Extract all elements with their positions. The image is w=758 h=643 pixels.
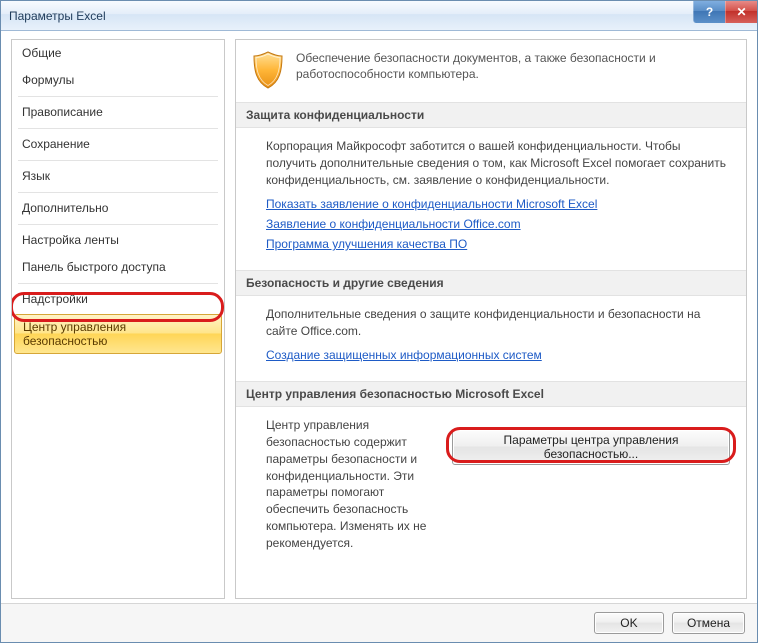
sidebar-item-trust-center[interactable]: Центр управления безопасностью — [14, 314, 222, 354]
privacy-text: Корпорация Майкрософт заботится о вашей … — [266, 138, 730, 188]
sidebar-item-language[interactable]: Язык — [12, 163, 224, 190]
sidebar-separator — [18, 283, 218, 284]
close-icon: ✕ — [736, 5, 746, 19]
window-title: Параметры Excel — [9, 9, 106, 23]
sidebar-item-qat[interactable]: Панель быстрого доступа — [12, 254, 224, 281]
section-body-privacy: Корпорация Майкрософт заботится о вашей … — [250, 138, 732, 270]
titlebar: Параметры Excel ? ✕ — [1, 1, 757, 31]
link-privacy-excel[interactable]: Показать заявление о конфиденциальности … — [266, 196, 730, 213]
category-sidebar: Общие Формулы Правописание Сохранение Яз… — [11, 39, 225, 599]
section-body-trust: Центр управления безопасностью содержит … — [250, 417, 732, 565]
help-button[interactable]: ? — [693, 1, 725, 23]
security-links: Создание защищенных информационных систе… — [266, 347, 730, 364]
close-button[interactable]: ✕ — [725, 1, 757, 23]
dialog-footer: OK Отмена — [1, 603, 757, 642]
main-panel: Обеспечение безопасности документов, а т… — [235, 39, 747, 599]
link-ceip[interactable]: Программа улучшения качества ПО — [266, 236, 730, 253]
sidebar-item-formulas[interactable]: Формулы — [12, 67, 224, 94]
cancel-button[interactable]: Отмена — [672, 612, 745, 634]
options-dialog: Параметры Excel ? ✕ Общие Формулы Правоп… — [0, 0, 758, 643]
trust-text: Центр управления безопасностью содержит … — [266, 417, 436, 551]
link-privacy-office[interactable]: Заявление о конфиденциальности Office.co… — [266, 216, 730, 233]
security-text: Дополнительные сведения о защите конфиде… — [266, 306, 730, 340]
ok-button[interactable]: OK — [594, 612, 664, 634]
intro-text: Обеспечение безопасности документов, а т… — [296, 50, 732, 82]
sidebar-item-ribbon[interactable]: Настройка ленты — [12, 227, 224, 254]
shield-icon — [250, 50, 286, 90]
trust-button-wrap: Параметры центра управления безопасность… — [452, 417, 730, 477]
sidebar-separator — [18, 192, 218, 193]
help-icon: ? — [706, 5, 713, 19]
section-header-privacy: Защита конфиденциальности — [236, 102, 746, 128]
sidebar-separator — [18, 224, 218, 225]
sidebar-item-general[interactable]: Общие — [12, 40, 224, 67]
sidebar-item-proofing[interactable]: Правописание — [12, 99, 224, 126]
trust-center-settings-button[interactable]: Параметры центра управления безопасность… — [452, 429, 730, 465]
sidebar-separator — [18, 160, 218, 161]
sidebar-separator — [18, 96, 218, 97]
titlebar-controls: ? ✕ — [693, 1, 757, 23]
link-trustworthy-computing[interactable]: Создание защищенных информационных систе… — [266, 347, 730, 364]
sidebar-item-save[interactable]: Сохранение — [12, 131, 224, 158]
section-body-security: Дополнительные сведения о защите конфиде… — [250, 306, 732, 381]
section-header-security: Безопасность и другие сведения — [236, 270, 746, 296]
trust-row: Центр управления безопасностью содержит … — [266, 417, 730, 551]
sidebar-item-addins[interactable]: Надстройки — [12, 286, 224, 313]
section-header-trust: Центр управления безопасностью Microsoft… — [236, 381, 746, 407]
sidebar-item-advanced[interactable]: Дополнительно — [12, 195, 224, 222]
intro-row: Обеспечение безопасности документов, а т… — [250, 50, 732, 90]
dialog-body: Общие Формулы Правописание Сохранение Яз… — [1, 31, 757, 603]
sidebar-separator — [18, 128, 218, 129]
privacy-links: Показать заявление о конфиденциальности … — [266, 196, 730, 252]
